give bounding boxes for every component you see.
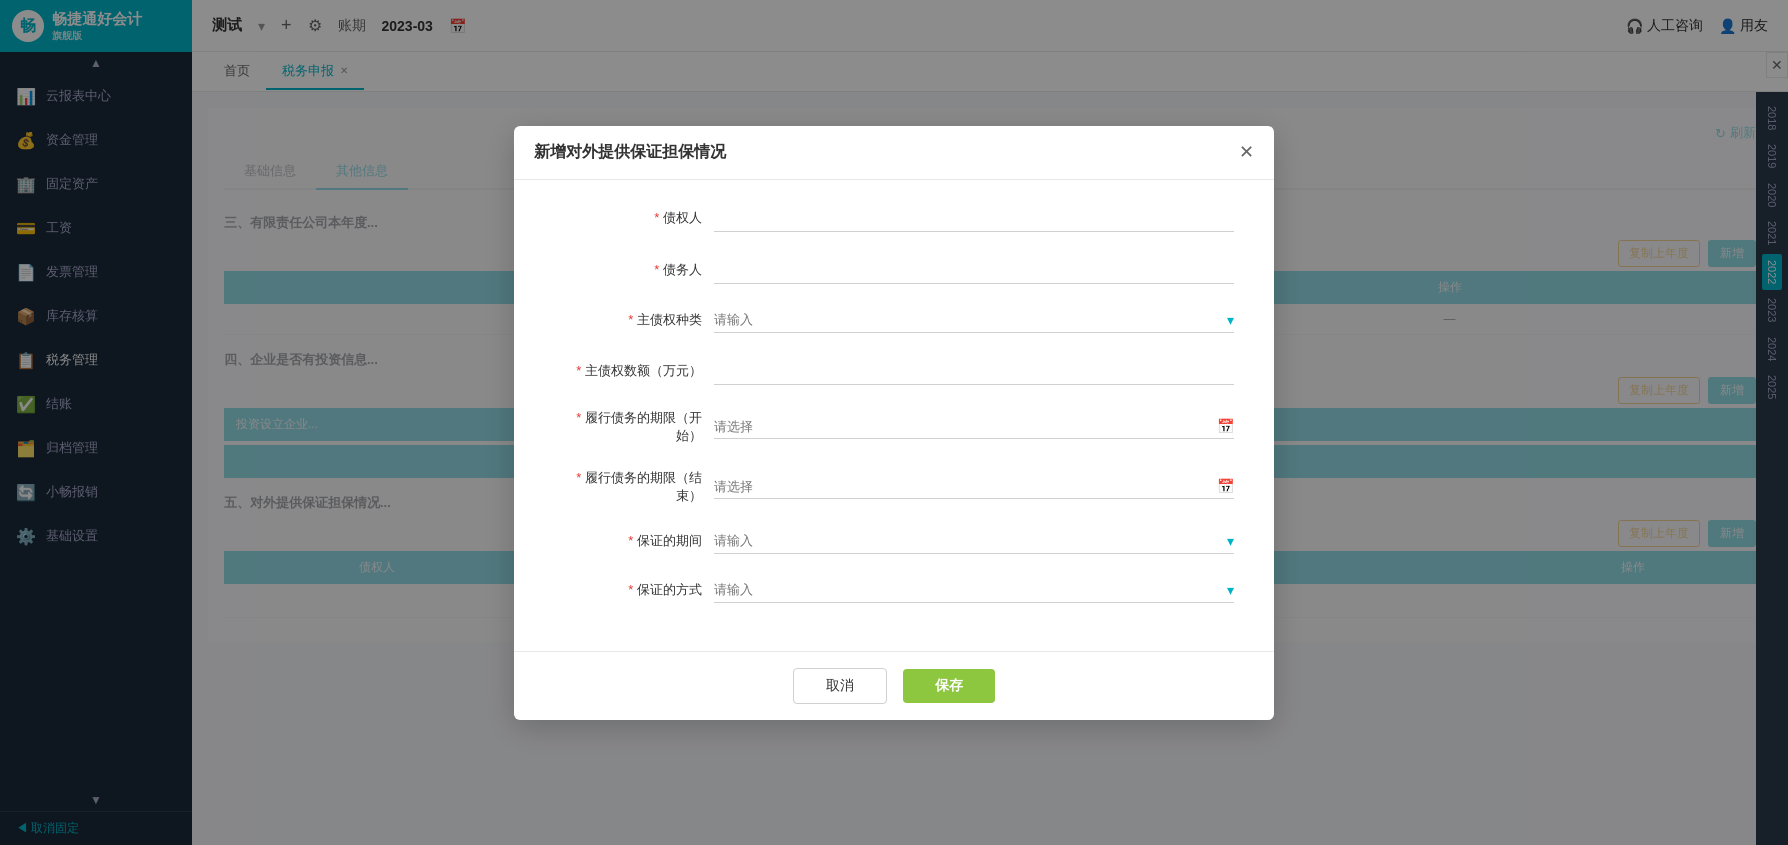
modal-body: * 债权人 * 债务人 * 主债权种类 bbox=[514, 180, 1274, 651]
form-row-obligation-start: * 履行债务的期限（开始） 📅 bbox=[554, 409, 1234, 445]
obligation-end-input[interactable] bbox=[714, 479, 1217, 494]
modal-header: 新增对外提供保证担保情况 ✕ bbox=[514, 126, 1274, 180]
obligation-start-input[interactable] bbox=[714, 419, 1217, 434]
creditor-label: * 债权人 bbox=[554, 209, 714, 227]
form-row-obligation-end: * 履行债务的期限（结束） 📅 bbox=[554, 469, 1234, 505]
claim-type-label: * 主债权种类 bbox=[554, 311, 714, 329]
save-button[interactable]: 保存 bbox=[903, 669, 995, 703]
guarantee-method-chevron-icon[interactable]: ▾ bbox=[1227, 582, 1234, 598]
cancel-button[interactable]: 取消 bbox=[793, 668, 887, 704]
claim-type-chevron-icon[interactable]: ▾ bbox=[1227, 312, 1234, 328]
guarantee-method-label: * 保证的方式 bbox=[554, 581, 714, 599]
calendar-start-icon[interactable]: 📅 bbox=[1217, 418, 1234, 434]
form-row-claim-amount: * 主债权数额（万元） bbox=[554, 357, 1234, 385]
form-row-claim-type: * 主债权种类 ▾ bbox=[554, 308, 1234, 333]
calendar-end-icon[interactable]: 📅 bbox=[1217, 478, 1234, 494]
guarantee-period-label: * 保证的期间 bbox=[554, 532, 714, 550]
guarantee-period-chevron-icon[interactable]: ▾ bbox=[1227, 533, 1234, 549]
modal-title: 新增对外提供保证担保情况 bbox=[534, 142, 726, 163]
form-row-debtor: * 债务人 bbox=[554, 256, 1234, 284]
form-row-guarantee-period: * 保证的期间 ▾ bbox=[554, 529, 1234, 554]
guarantee-period-input[interactable] bbox=[714, 533, 1227, 548]
form-row-creditor: * 债权人 bbox=[554, 204, 1234, 232]
debtor-input[interactable] bbox=[714, 256, 1234, 284]
obligation-end-date[interactable]: 📅 bbox=[714, 474, 1234, 499]
obligation-start-label: * 履行债务的期限（开始） bbox=[554, 409, 714, 445]
claim-type-select[interactable]: ▾ bbox=[714, 308, 1234, 333]
debtor-label: * 债务人 bbox=[554, 261, 714, 279]
modal-footer: 取消 保存 bbox=[514, 651, 1274, 720]
modal-overlay: 新增对外提供保证担保情况 ✕ * 债权人 * 债务人 bbox=[0, 0, 1788, 845]
claim-amount-input[interactable] bbox=[714, 357, 1234, 385]
modal-close-icon[interactable]: ✕ bbox=[1239, 143, 1254, 161]
modal-dialog: 新增对外提供保证担保情况 ✕ * 债权人 * 债务人 bbox=[514, 126, 1274, 720]
guarantee-method-select[interactable]: ▾ bbox=[714, 578, 1234, 603]
claim-amount-label: * 主债权数额（万元） bbox=[554, 362, 714, 380]
claim-type-input[interactable] bbox=[714, 312, 1227, 327]
obligation-end-label: * 履行债务的期限（结束） bbox=[554, 469, 714, 505]
obligation-start-date[interactable]: 📅 bbox=[714, 414, 1234, 439]
form-row-guarantee-method: * 保证的方式 ▾ bbox=[554, 578, 1234, 603]
guarantee-method-input[interactable] bbox=[714, 582, 1227, 597]
guarantee-period-select[interactable]: ▾ bbox=[714, 529, 1234, 554]
creditor-input[interactable] bbox=[714, 204, 1234, 232]
